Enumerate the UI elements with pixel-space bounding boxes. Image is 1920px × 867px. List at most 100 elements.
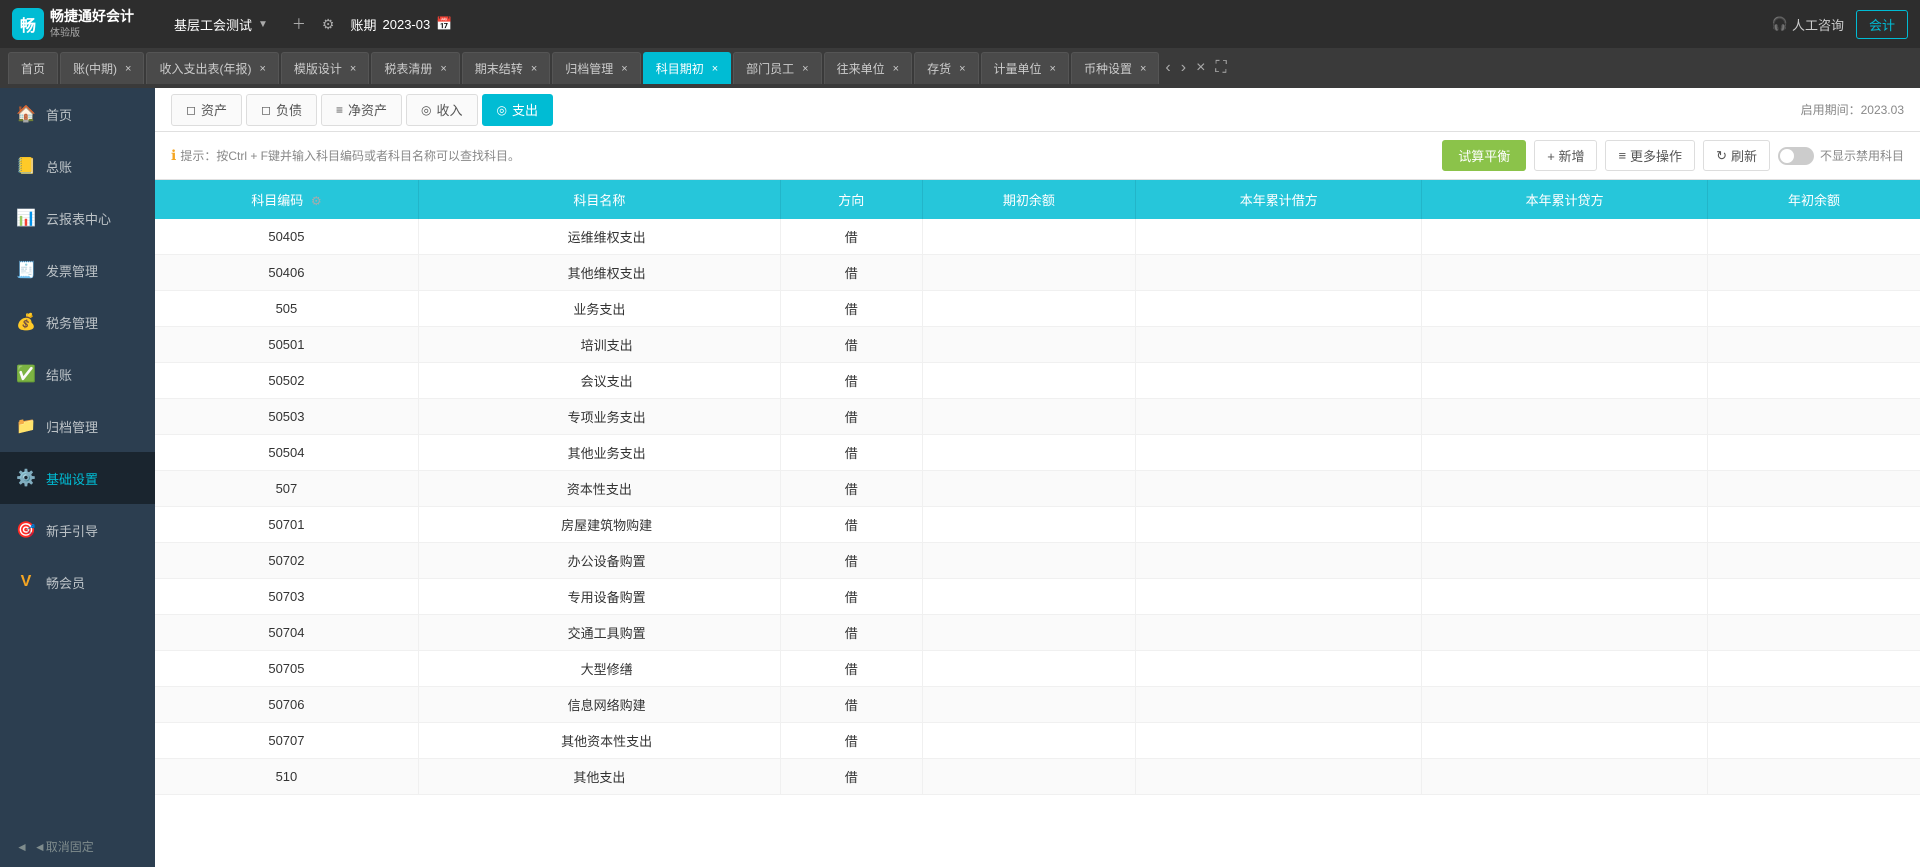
cell-code: 50503 xyxy=(155,399,418,435)
sub-tab-expenditure[interactable]: ◎ 支出 xyxy=(482,94,554,126)
tab-jiliang[interactable]: 计量单位 × xyxy=(981,52,1069,84)
calendar-icon[interactable]: 📅 xyxy=(436,16,452,32)
table-row[interactable]: 50702 办公设备购置 借 xyxy=(155,543,1920,579)
tab-home[interactable]: 首页 xyxy=(8,52,58,84)
tab-close-icon[interactable]: × xyxy=(1140,63,1146,75)
cell-year-begin xyxy=(1708,651,1920,687)
cell-period-balance xyxy=(922,579,1136,615)
calc-balance-button[interactable]: 试算平衡 xyxy=(1442,140,1526,171)
more-actions-button[interactable]: ≡ 更多操作 xyxy=(1605,140,1695,171)
cell-direction: 借 xyxy=(780,327,922,363)
sidebar-item-tax[interactable]: 💰 税务管理 xyxy=(0,296,155,348)
toggle-switch[interactable] xyxy=(1778,147,1814,165)
add-icon[interactable]: ＋ xyxy=(288,10,310,38)
sidebar-item-general-ledger[interactable]: 📒 总账 xyxy=(0,140,155,192)
cell-ytd-debit xyxy=(1136,399,1422,435)
tab-close-all-icon[interactable]: × xyxy=(1192,59,1209,77)
tab-guidang[interactable]: 归档管理 × xyxy=(552,52,640,84)
sidebar-item-settings[interactable]: ⚙️ 基础设置 xyxy=(0,452,155,504)
cell-name: 运维维权支出 xyxy=(418,219,780,255)
kuaiji-button[interactable]: 会计 xyxy=(1856,10,1908,39)
tip-text: ℹ 提示：按Ctrl + F键并输入科目编码或者科目名称可以查找科目。 xyxy=(171,147,520,164)
tab-prev-icon[interactable]: ‹ xyxy=(1161,59,1174,77)
tab-close-icon[interactable]: × xyxy=(531,63,537,75)
tab-close-icon[interactable]: × xyxy=(893,63,899,75)
add-button[interactable]: + 新增 xyxy=(1534,140,1597,171)
sidebar-item-checkout[interactable]: ✅ 结账 xyxy=(0,348,155,400)
sidebar-item-guide[interactable]: 🎯 新手引导 xyxy=(0,504,155,556)
tab-next-icon[interactable]: › xyxy=(1177,59,1190,77)
cell-ytd-debit xyxy=(1136,543,1422,579)
tab-cunhuo[interactable]: 存货 × xyxy=(914,52,978,84)
sidebar-item-home[interactable]: 🏠 首页 xyxy=(0,88,155,140)
cancel-pin-button[interactable]: ◄ ◄取消固定 xyxy=(0,826,155,867)
cell-ytd-credit xyxy=(1422,363,1708,399)
table-row[interactable]: 505 业务支出 借 xyxy=(155,291,1920,327)
tab-close-icon[interactable]: × xyxy=(802,63,808,75)
cell-direction: 借 xyxy=(780,471,922,507)
table-row[interactable]: 50503 专项业务支出 借 xyxy=(155,399,1920,435)
tab-wanglai[interactable]: 往来单位 × xyxy=(824,52,912,84)
asset-icon: ◻ xyxy=(186,103,196,117)
table-row[interactable]: 50704 交通工具购置 借 xyxy=(155,615,1920,651)
tab-bumen[interactable]: 部门员工 × xyxy=(733,52,821,84)
tab-expand-icon[interactable]: ⛶ xyxy=(1211,59,1230,77)
sidebar-item-label: 畅会员 xyxy=(46,573,85,592)
settings-icon[interactable]: ⚙ xyxy=(318,12,339,37)
sub-tab-net-asset[interactable]: ≡ 净资产 xyxy=(321,94,402,126)
table-row[interactable]: 50502 会议支出 借 xyxy=(155,363,1920,399)
main-layout: 🏠 首页 📒 总账 📊 云报表中心 🧾 发票管理 💰 税务管理 ✅ 结账 📁 归… xyxy=(0,88,1920,867)
tab-shouru[interactable]: 收入支出表(年报) × xyxy=(146,52,278,84)
tab-bizhong[interactable]: 币种设置 × xyxy=(1071,52,1159,84)
cell-year-begin xyxy=(1708,579,1920,615)
cell-year-begin xyxy=(1708,471,1920,507)
table-row[interactable]: 50703 专用设备购置 借 xyxy=(155,579,1920,615)
cell-ytd-credit xyxy=(1422,543,1708,579)
table-row[interactable]: 50701 房屋建筑物购建 借 xyxy=(155,507,1920,543)
cell-name: 其他支出 xyxy=(418,759,780,795)
col-code: 科目编码 ⚙ xyxy=(155,180,418,219)
toggle-disabled-subjects[interactable]: 不显示禁用科目 xyxy=(1778,147,1904,165)
info-icon: ℹ xyxy=(171,147,176,164)
cell-code: 510 xyxy=(155,759,418,795)
member-icon: V xyxy=(16,573,36,591)
cell-name: 专项业务支出 xyxy=(418,399,780,435)
table-row[interactable]: 50706 信息网络购建 借 xyxy=(155,687,1920,723)
sub-tab-liability[interactable]: ◻ 负债 xyxy=(246,94,317,126)
tab-close-icon[interactable]: × xyxy=(959,63,965,75)
tab-close-icon[interactable]: × xyxy=(350,63,356,75)
table-row[interactable]: 50707 其他资本性支出 借 xyxy=(155,723,1920,759)
tab-close-icon[interactable]: × xyxy=(712,63,718,75)
tab-close-icon[interactable]: × xyxy=(1050,63,1056,75)
consult-button[interactable]: 🎧 人工咨询 xyxy=(1772,15,1844,34)
table-row[interactable]: 50405 运维维权支出 借 xyxy=(155,219,1920,255)
tab-shuibiao[interactable]: 税表清册 × xyxy=(371,52,459,84)
sidebar-item-invoice[interactable]: 🧾 发票管理 xyxy=(0,244,155,296)
cell-direction: 借 xyxy=(780,291,922,327)
tab-zhangqizhong[interactable]: 账(中期) × xyxy=(60,52,144,84)
refresh-button[interactable]: ↻ 刷新 xyxy=(1703,140,1770,171)
table-row[interactable]: 50406 其他维权支出 借 xyxy=(155,255,1920,291)
table-row[interactable]: 50705 大型修缮 借 xyxy=(155,651,1920,687)
table-row[interactable]: 507 资本性支出 借 xyxy=(155,471,1920,507)
col-settings-icon[interactable]: ⚙ xyxy=(311,194,322,208)
tab-close-icon[interactable]: × xyxy=(440,63,446,75)
tab-qimo[interactable]: 期末结转 × xyxy=(462,52,550,84)
tab-close-icon[interactable]: × xyxy=(259,63,265,75)
cell-direction: 借 xyxy=(780,759,922,795)
cell-ytd-credit xyxy=(1422,507,1708,543)
table-row[interactable]: 50501 培训支出 借 xyxy=(155,327,1920,363)
sidebar-item-archive[interactable]: 📁 归档管理 xyxy=(0,400,155,452)
tab-close-icon[interactable]: × xyxy=(125,63,131,75)
sub-tab-income[interactable]: ◎ 收入 xyxy=(406,94,478,126)
company-selector[interactable]: 基层工会测试 ▼ xyxy=(174,15,268,34)
tab-close-icon[interactable]: × xyxy=(621,63,627,75)
tab-moban[interactable]: 模版设计 × xyxy=(281,52,369,84)
cell-period-balance xyxy=(922,327,1136,363)
sidebar-item-reports[interactable]: 📊 云报表中心 xyxy=(0,192,155,244)
sub-tab-asset[interactable]: ◻ 资产 xyxy=(171,94,242,126)
table-row[interactable]: 50504 其他业务支出 借 xyxy=(155,435,1920,471)
tab-kemuqichu[interactable]: 科目期初 × xyxy=(643,52,731,84)
table-row[interactable]: 510 其他支出 借 xyxy=(155,759,1920,795)
sidebar-item-member[interactable]: V 畅会员 xyxy=(0,556,155,608)
